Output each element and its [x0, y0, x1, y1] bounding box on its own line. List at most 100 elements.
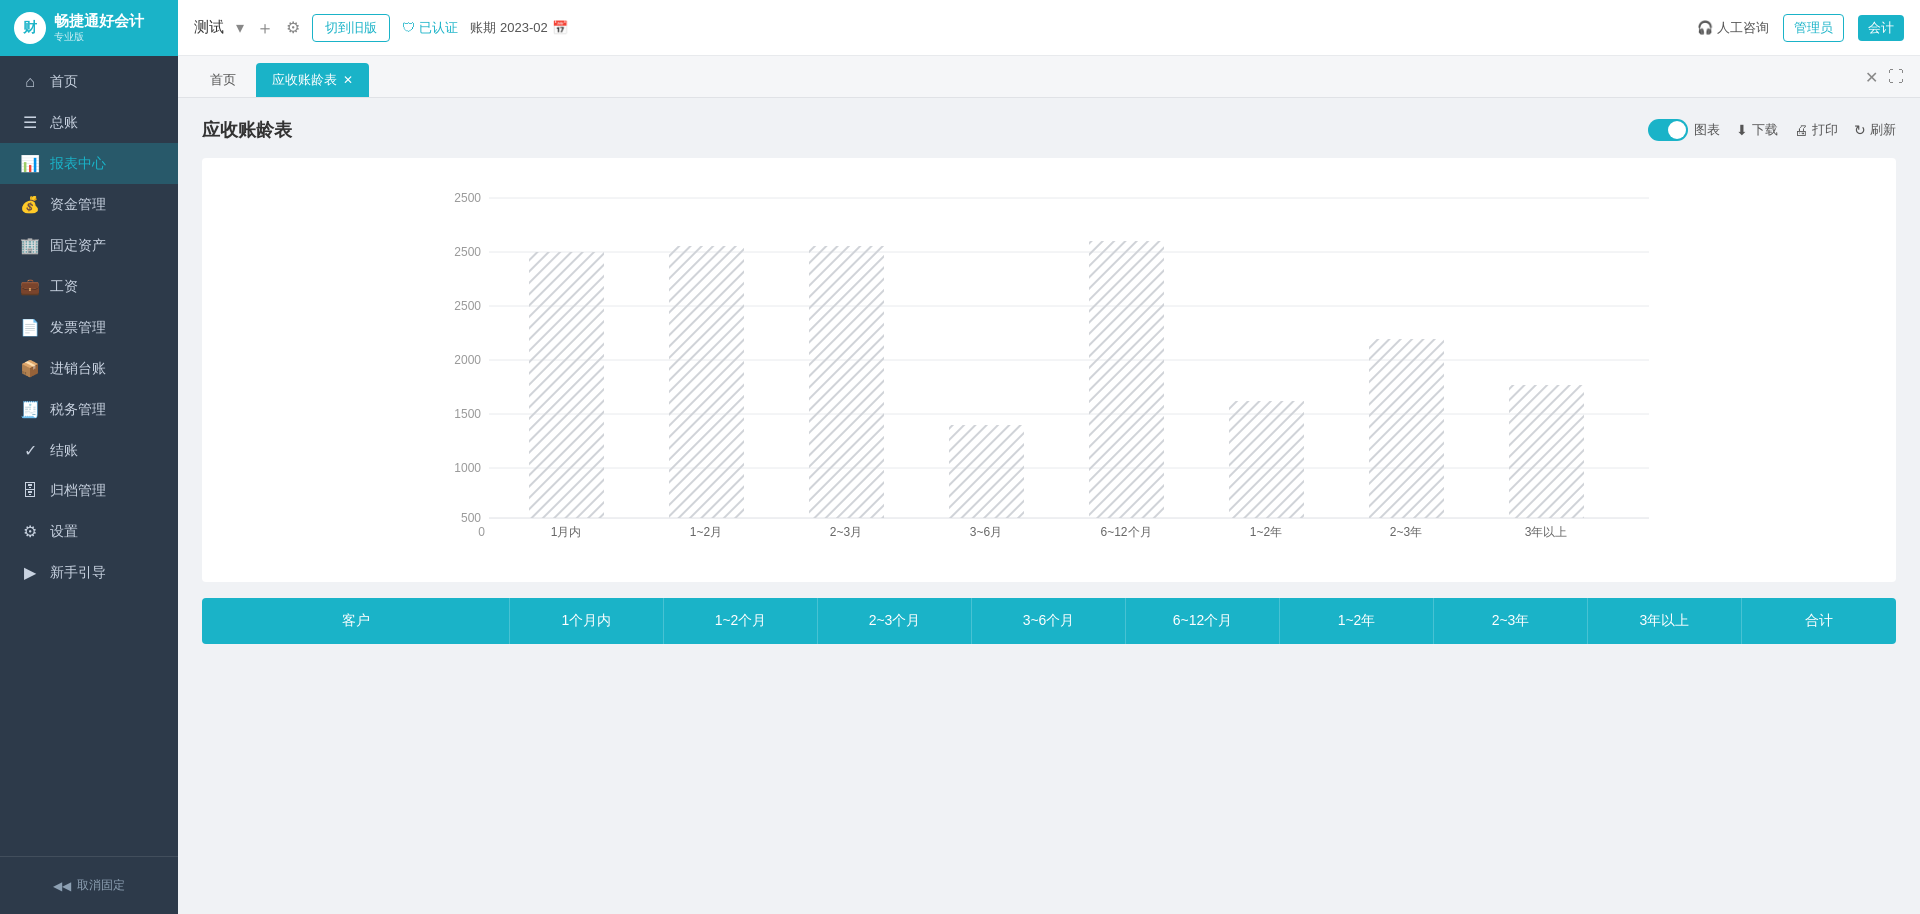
chart-toggle[interactable]: [1648, 119, 1688, 141]
admin-button[interactable]: 管理员: [1783, 14, 1844, 42]
nav-label-invoice: 发票管理: [50, 319, 106, 337]
sidebar-item-home[interactable]: ⌂ 首页: [0, 62, 178, 102]
table-header-0: 客户: [202, 598, 510, 644]
svg-text:2~3年: 2~3年: [1390, 525, 1422, 539]
main-content: 测试 ▾ ＋ ⚙ 切到旧版 🛡 已认证 账期 2023-02 📅 🎧 人工咨询 …: [178, 0, 1920, 914]
topbar-settings-icon[interactable]: ⚙: [286, 18, 300, 37]
sidebar-item-closing[interactable]: ✓ 结账: [0, 430, 178, 471]
svg-text:0: 0: [478, 525, 485, 539]
cancel-fixed-button[interactable]: ◀◀ 取消固定: [0, 867, 178, 904]
nav-label-archive: 归档管理: [50, 482, 106, 500]
table-header-9: 合计: [1742, 598, 1896, 644]
svg-text:6~12个月: 6~12个月: [1100, 525, 1151, 539]
download-button[interactable]: ⬇ 下载: [1736, 121, 1778, 139]
refresh-label: 刷新: [1870, 121, 1896, 139]
bar-1-2年: [1229, 401, 1304, 518]
sidebar-item-reports[interactable]: 📊 报表中心: [0, 143, 178, 184]
tab-close-icon[interactable]: ✕: [343, 73, 353, 87]
sidebar-item-guide[interactable]: ▶ 新手引导: [0, 552, 178, 593]
svg-text:2000: 2000: [454, 353, 481, 367]
svg-text:2500: 2500: [454, 191, 481, 205]
print-label: 打印: [1812, 121, 1838, 139]
refresh-button[interactable]: ↻ 刷新: [1854, 121, 1896, 139]
nav-label-ledger: 总账: [50, 114, 78, 132]
consult-label: 人工咨询: [1717, 19, 1769, 37]
sidebar-item-funds[interactable]: 💰 资金管理: [0, 184, 178, 225]
tab-aging[interactable]: 应收账龄表 ✕: [256, 63, 369, 97]
shield-icon: 🛡: [402, 20, 415, 35]
sidebar-item-invoice[interactable]: 📄 发票管理: [0, 307, 178, 348]
consult-button[interactable]: 🎧 人工咨询: [1697, 19, 1769, 37]
nav-label-reports: 报表中心: [50, 155, 106, 173]
bar-2-3月: [809, 246, 884, 518]
logo-subtitle: 专业版: [54, 30, 144, 44]
period-display: 账期 2023-02 📅: [470, 19, 568, 37]
sidebar: 财 畅捷通好会计 专业版 ⌂ 首页 ☰ 总账 📊 报表中心 💰 资金管理 🏢 固…: [0, 0, 178, 914]
sidebar-item-archive[interactable]: 🗄 归档管理: [0, 471, 178, 511]
tab-close-button[interactable]: ✕: [1865, 67, 1878, 86]
page-header: 应收账龄表 图表 ⬇ 下载 🖨 打印 ↻ 刷新: [202, 118, 1896, 142]
nav-icon-archive: 🗄: [20, 482, 40, 500]
tab-home[interactable]: 首页: [194, 63, 252, 97]
topbar-dropdown-icon[interactable]: ▾: [236, 18, 244, 37]
bar-3-6月: [949, 425, 1024, 518]
tabs-bar: 首页 应收账龄表 ✕ ✕ ⛶: [178, 56, 1920, 98]
svg-text:2500: 2500: [454, 299, 481, 313]
sidebar-nav: ⌂ 首页 ☰ 总账 📊 报表中心 💰 资金管理 🏢 固定资产 💼 工资 📄 发票…: [0, 56, 178, 856]
topbar-right: 🎧 人工咨询 管理员 会计: [1697, 14, 1904, 42]
sidebar-item-tax[interactable]: 🧾 税务管理: [0, 389, 178, 430]
sidebar-item-inventory[interactable]: 📦 进销台账: [0, 348, 178, 389]
nav-icon-reports: 📊: [20, 154, 40, 173]
nav-icon-guide: ▶: [20, 563, 40, 582]
bar-2-3年: [1369, 339, 1444, 518]
nav-label-payroll: 工资: [50, 278, 78, 296]
nav-icon-home: ⌂: [20, 73, 40, 91]
logo-title: 畅捷通好会计: [54, 12, 144, 30]
nav-label-fixed_assets: 固定资产: [50, 237, 106, 255]
period-value: 2023-02: [500, 20, 548, 35]
table-header-3: 2~3个月: [818, 598, 972, 644]
nav-icon-fixed_assets: 🏢: [20, 236, 40, 255]
page-content: 应收账龄表 图表 ⬇ 下载 🖨 打印 ↻ 刷新: [178, 98, 1920, 914]
chart-toggle-area: 图表: [1648, 119, 1720, 141]
nav-icon-inventory: 📦: [20, 359, 40, 378]
account-button[interactable]: 会计: [1858, 15, 1904, 41]
headset-icon: 🎧: [1697, 20, 1713, 35]
tab-expand-button[interactable]: ⛶: [1888, 67, 1904, 86]
table-header: 客户1个月内1~2个月2~3个月3~6个月6~12个月1~2年2~3年3年以上合…: [202, 598, 1896, 644]
sidebar-bottom: ◀◀ 取消固定: [0, 856, 178, 914]
download-label: 下载: [1752, 121, 1778, 139]
topbar: 测试 ▾ ＋ ⚙ 切到旧版 🛡 已认证 账期 2023-02 📅 🎧 人工咨询 …: [178, 0, 1920, 56]
svg-text:1000: 1000: [454, 461, 481, 475]
svg-text:1月内: 1月内: [551, 525, 582, 539]
cancel-fixed-label: 取消固定: [77, 877, 125, 894]
certified-label: 已认证: [419, 19, 458, 37]
page-actions: 图表 ⬇ 下载 🖨 打印 ↻ 刷新: [1648, 119, 1896, 141]
table-header-2: 1~2个月: [664, 598, 818, 644]
chart-svg-wrapper: 2500 2500 2500 2000 1500 1000 500 0: [222, 178, 1876, 562]
sidebar-item-fixed_assets[interactable]: 🏢 固定资产: [0, 225, 178, 266]
print-button[interactable]: 🖨 打印: [1794, 121, 1838, 139]
calendar-icon[interactable]: 📅: [552, 20, 568, 35]
nav-label-tax: 税务管理: [50, 401, 106, 419]
table-header-1: 1个月内: [510, 598, 664, 644]
sidebar-item-settings[interactable]: ⚙ 设置: [0, 511, 178, 552]
bar-1月内: [529, 252, 604, 518]
svg-text:2~3月: 2~3月: [830, 525, 862, 539]
sidebar-item-ledger[interactable]: ☰ 总账: [0, 102, 178, 143]
nav-icon-ledger: ☰: [20, 113, 40, 132]
period-label: 账期: [470, 19, 496, 37]
sidebar-item-payroll[interactable]: 💼 工资: [0, 266, 178, 307]
switch-version-button[interactable]: 切到旧版: [312, 14, 390, 42]
svg-text:3年以上: 3年以上: [1525, 525, 1568, 539]
chart-toggle-label: 图表: [1694, 121, 1720, 139]
nav-label-inventory: 进销台账: [50, 360, 106, 378]
topbar-add-icon[interactable]: ＋: [256, 16, 274, 40]
page-title: 应收账龄表: [202, 118, 1648, 142]
table-header-6: 1~2年: [1280, 598, 1434, 644]
svg-text:3~6月: 3~6月: [970, 525, 1002, 539]
nav-label-settings: 设置: [50, 523, 78, 541]
nav-label-home: 首页: [50, 73, 78, 91]
topbar-title: 测试: [194, 18, 224, 37]
svg-text:1~2月: 1~2月: [690, 525, 722, 539]
